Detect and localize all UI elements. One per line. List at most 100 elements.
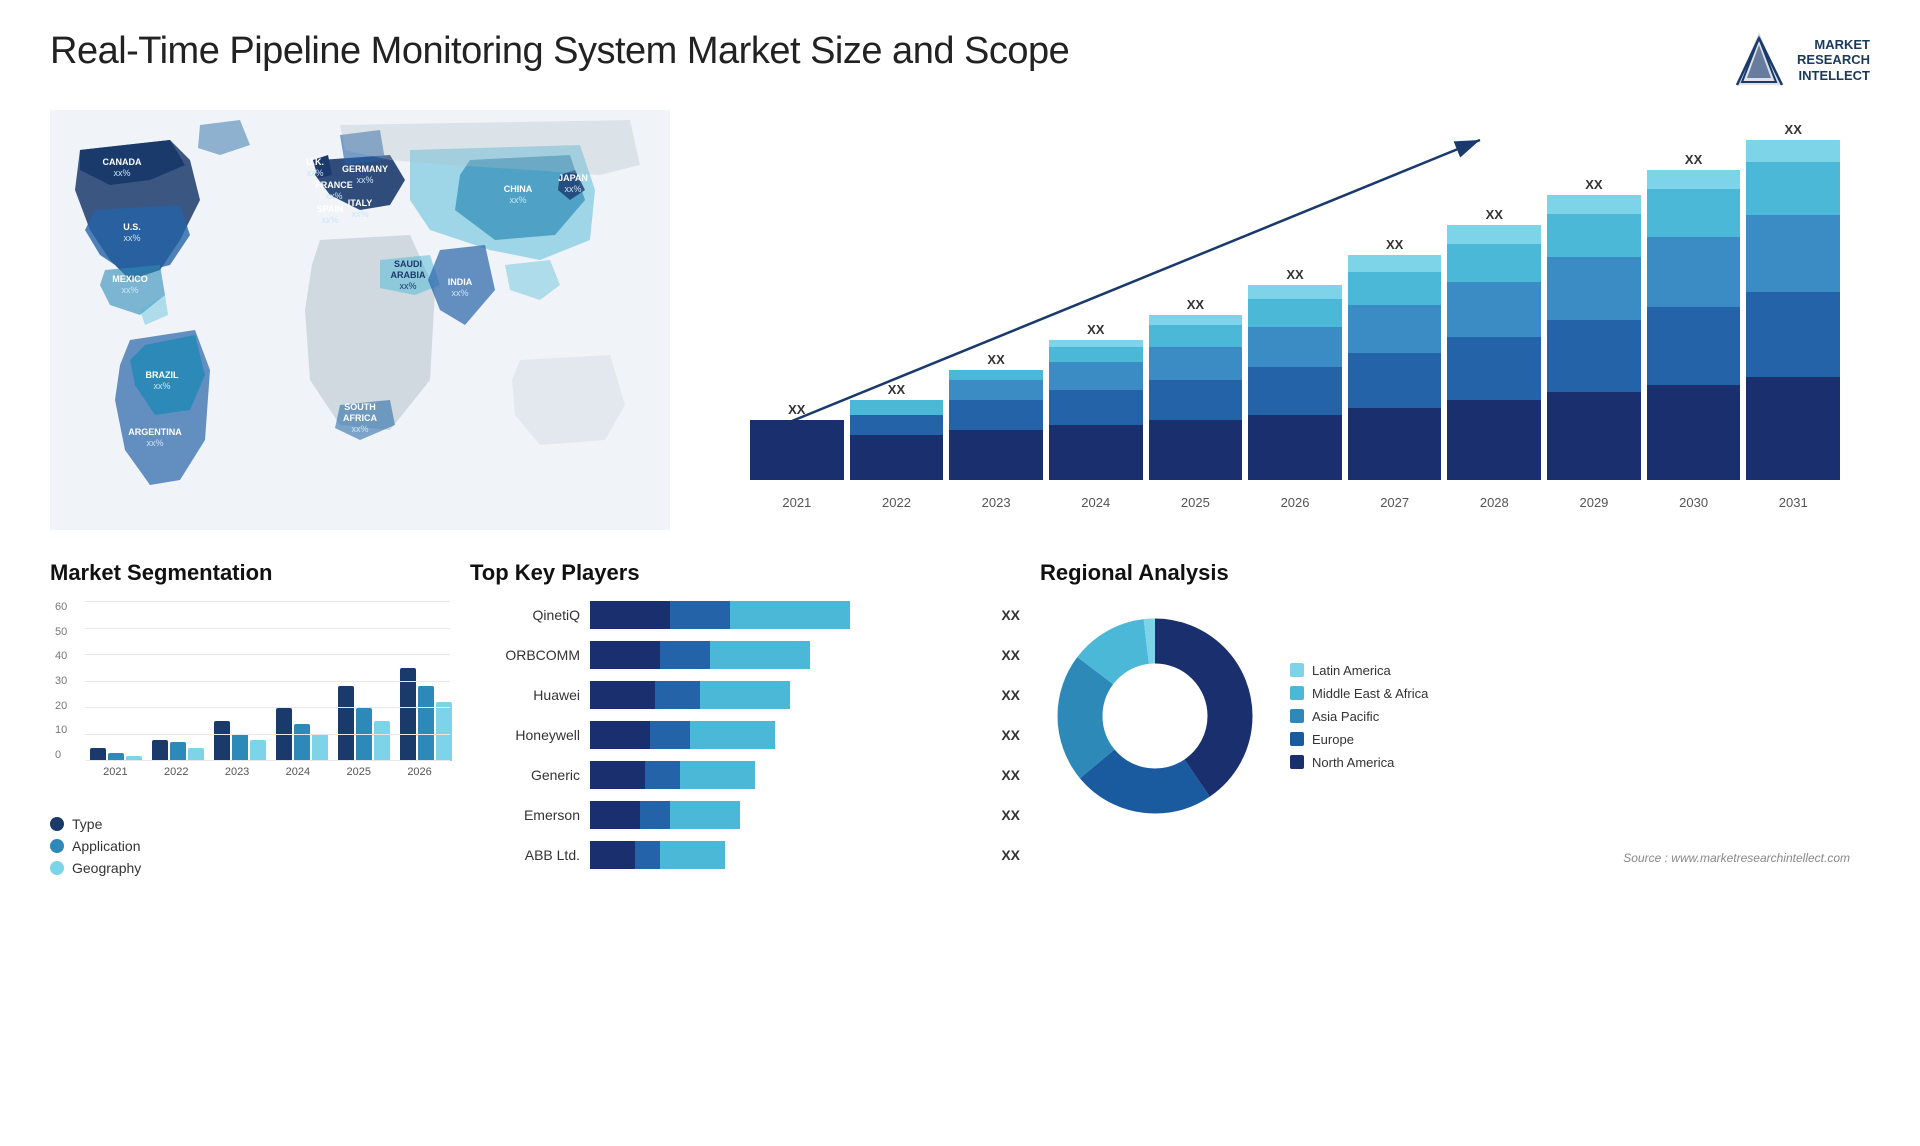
player-bar-emerson — [590, 801, 983, 829]
players-section: Top Key Players QinetiQ XX — [470, 560, 1020, 1116]
header: Real-Time Pipeline Monitoring System Mar… — [50, 30, 1870, 90]
bar-2023: XX — [949, 352, 1043, 480]
seg-grid — [85, 601, 450, 761]
player-bar-generic — [590, 761, 983, 789]
player-name-orbcomm: ORBCOMM — [470, 647, 580, 663]
donut-legend: Latin America Middle East & Africa Asia … — [1290, 663, 1428, 770]
player-name-generic: Generic — [470, 767, 580, 783]
player-row-abb: ABB Ltd. XX — [470, 841, 1020, 869]
svg-text:xx%: xx% — [351, 209, 368, 219]
logo-icon — [1732, 30, 1787, 90]
svg-text:GERMANY: GERMANY — [342, 164, 388, 174]
players-title: Top Key Players — [470, 560, 1020, 586]
seg-y-axis: 60 50 40 30 20 10 0 — [55, 601, 67, 761]
legend-color-mea — [1290, 686, 1304, 700]
player-bar-honeywell — [590, 721, 983, 749]
segmentation-title: Market Segmentation — [50, 560, 450, 586]
bar-2030: XX — [1647, 152, 1741, 480]
svg-text:U.K.: U.K. — [306, 157, 324, 167]
player-row-generic: Generic XX — [470, 761, 1020, 789]
source-text: Source : www.marketresearchintellect.com — [1040, 851, 1870, 865]
seg-legend: Type Application Geography — [50, 816, 450, 876]
legend-type: Type — [50, 816, 450, 832]
svg-text:CHINA: CHINA — [504, 184, 533, 194]
map-section: CANADA xx% U.S. xx% MEXICO xx% BRAZIL xx… — [50, 110, 670, 540]
player-bar-orbcomm — [590, 641, 983, 669]
svg-text:xx%: xx% — [564, 184, 581, 194]
svg-text:ITALY: ITALY — [348, 198, 373, 208]
bar-2026: XX — [1248, 267, 1342, 480]
player-name-emerson: Emerson — [470, 807, 580, 823]
donut-svg — [1040, 601, 1270, 831]
player-value-abb: XX — [1001, 847, 1020, 863]
svg-text:BRAZIL: BRAZIL — [146, 370, 179, 380]
svg-text:SAUDI: SAUDI — [394, 259, 422, 269]
world-map-svg: CANADA xx% U.S. xx% MEXICO xx% BRAZIL xx… — [50, 110, 670, 530]
bar-2022: XX — [850, 382, 944, 480]
donut-container: Latin America Middle East & Africa Asia … — [1040, 601, 1870, 831]
svg-text:xx%: xx% — [306, 168, 323, 178]
svg-text:AFRICA: AFRICA — [343, 413, 377, 423]
segmentation-section: Market Segmentation 60 50 40 30 20 10 0 — [50, 560, 450, 1116]
svg-text:xx%: xx% — [153, 381, 170, 391]
regional-section: Regional Analysis — [1040, 560, 1870, 1116]
bar-2027: XX — [1348, 237, 1442, 480]
player-row-emerson: Emerson XX — [470, 801, 1020, 829]
bar-2025: XX — [1149, 297, 1243, 480]
bar-2029: XX — [1547, 177, 1641, 480]
logo-container: MARKET RESEARCH INTELLECT — [1732, 30, 1870, 90]
player-row-orbcomm: ORBCOMM XX — [470, 641, 1020, 669]
svg-text:xx%: xx% — [451, 288, 468, 298]
svg-text:xx%: xx% — [399, 281, 416, 291]
page-container: Real-Time Pipeline Monitoring System Mar… — [0, 0, 1920, 1146]
svg-text:JAPAN: JAPAN — [558, 173, 588, 183]
page-title: Real-Time Pipeline Monitoring System Mar… — [50, 30, 1069, 73]
svg-text:xx%: xx% — [509, 195, 526, 205]
player-value-emerson: XX — [1001, 807, 1020, 823]
player-bar-huawei — [590, 681, 983, 709]
legend-apac: Asia Pacific — [1290, 709, 1428, 724]
player-row-honeywell: Honeywell XX — [470, 721, 1020, 749]
player-value-orbcomm: XX — [1001, 647, 1020, 663]
svg-text:SOUTH: SOUTH — [344, 402, 376, 412]
legend-mea: Middle East & Africa — [1290, 686, 1428, 701]
regional-title: Regional Analysis — [1040, 560, 1870, 586]
logo-line1: MARKET — [1797, 37, 1870, 53]
player-name-qinetiq: QinetiQ — [470, 607, 580, 623]
legend-color-europe — [1290, 732, 1304, 746]
player-name-honeywell: Honeywell — [470, 727, 580, 743]
legend-north-america: North America — [1290, 755, 1428, 770]
svg-text:FRANCE: FRANCE — [315, 180, 353, 190]
main-grid: CANADA xx% U.S. xx% MEXICO xx% BRAZIL xx… — [50, 110, 1870, 1116]
player-name-abb: ABB Ltd. — [470, 847, 580, 863]
player-row-huawei: Huawei XX — [470, 681, 1020, 709]
svg-text:xx%: xx% — [146, 438, 163, 448]
svg-text:xx%: xx% — [121, 285, 138, 295]
player-bar-abb — [590, 841, 983, 869]
x-axis-labels: 2021 2022 2023 2024 2025 2026 2027 2028 … — [750, 495, 1840, 510]
logo-line2: RESEARCH — [1797, 52, 1870, 68]
player-value-huawei: XX — [1001, 687, 1020, 703]
seg-x-labels: 2021 2022 2023 2024 2025 2026 — [85, 761, 450, 781]
logo-text: MARKET RESEARCH INTELLECT — [1797, 37, 1870, 84]
svg-text:xx%: xx% — [356, 175, 373, 185]
player-value-generic: XX — [1001, 767, 1020, 783]
chart-section: XX XX — [690, 110, 1870, 540]
legend-dot-application — [50, 839, 64, 853]
player-name-huawei: Huawei — [470, 687, 580, 703]
legend-dot-type — [50, 817, 64, 831]
legend-geography: Geography — [50, 860, 450, 876]
player-value-honeywell: XX — [1001, 727, 1020, 743]
svg-text:SPAIN: SPAIN — [317, 204, 344, 214]
seg-chart-container: 60 50 40 30 20 10 0 — [85, 601, 450, 801]
logo-line3: INTELLECT — [1797, 68, 1870, 84]
player-bar-qinetiq — [590, 601, 983, 629]
legend-color-apac — [1290, 709, 1304, 723]
svg-text:CANADA: CANADA — [103, 157, 142, 167]
bar-2031: XX — [1746, 122, 1840, 480]
svg-text:ARGENTINA: ARGENTINA — [128, 427, 182, 437]
svg-text:INDIA: INDIA — [448, 277, 473, 287]
legend-application: Application — [50, 838, 450, 854]
bars-container: XX XX — [750, 130, 1840, 480]
legend-europe: Europe — [1290, 732, 1428, 747]
